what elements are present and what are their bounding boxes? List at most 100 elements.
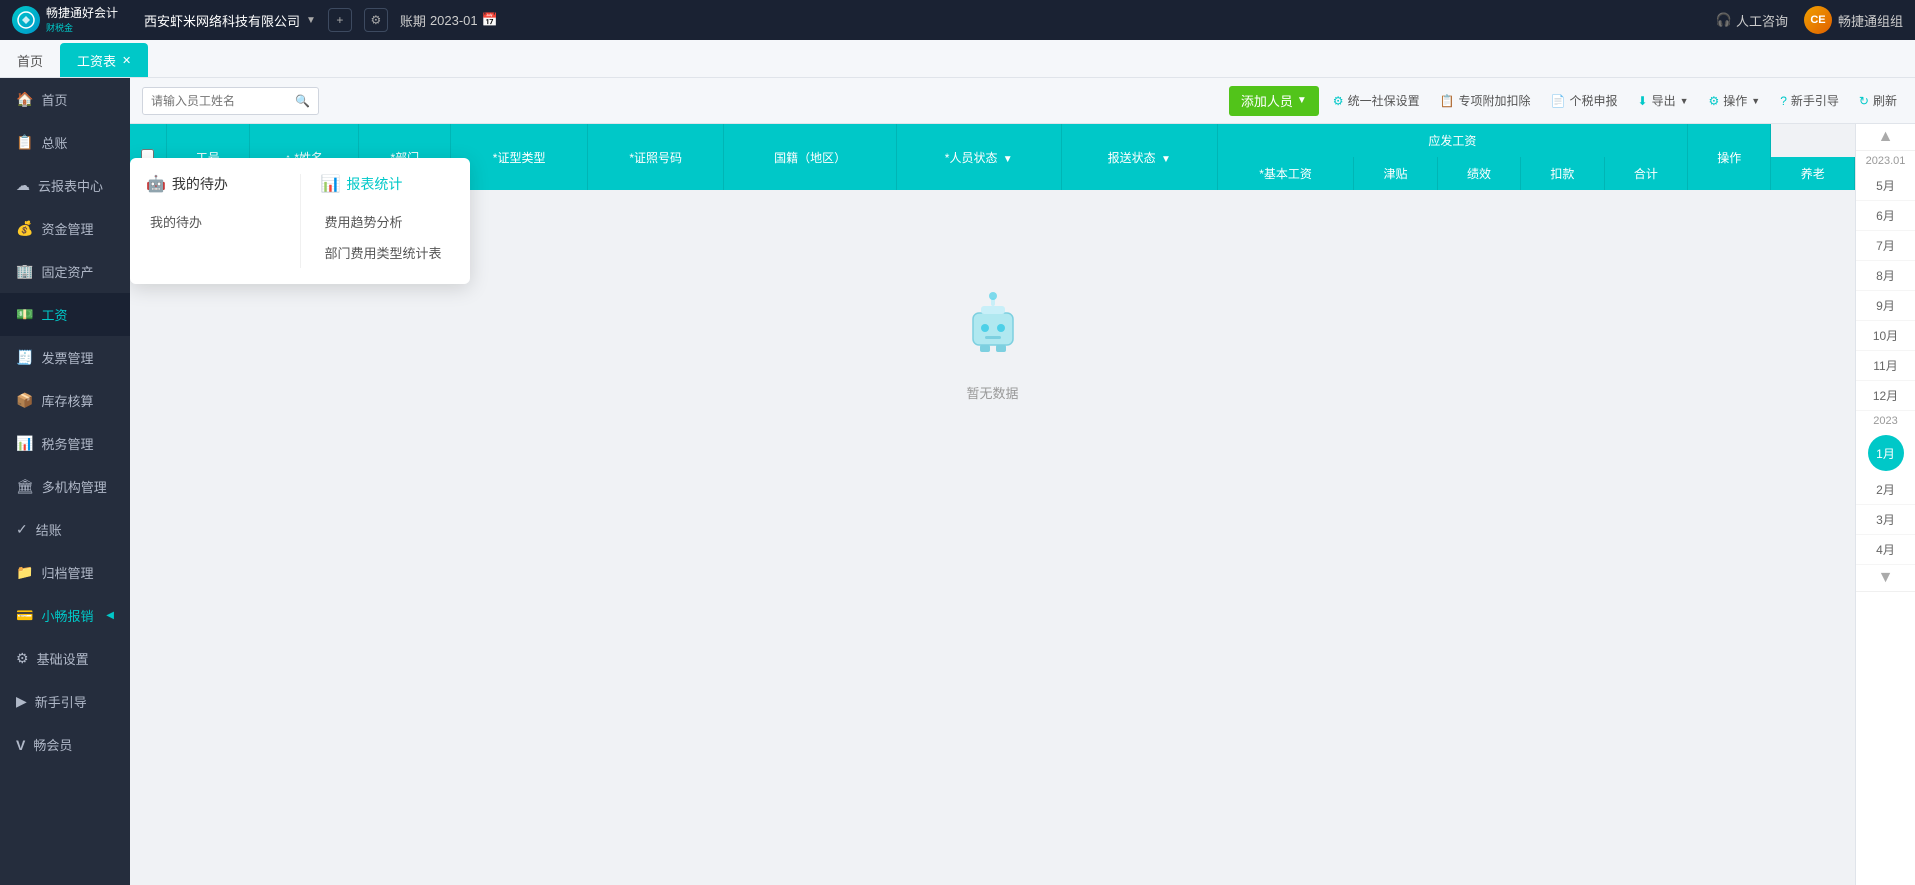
sidebar-item-tax[interactable]: 📊 税务管理 <box>0 422 130 465</box>
status-filter-icon[interactable]: ▼ <box>1003 154 1013 165</box>
sidebar-label-guide: 新手引导 <box>35 692 87 711</box>
company-selector[interactable]: 西安虾米网络科技有限公司 ▼ <box>144 11 316 30</box>
sidebar-item-home[interactable]: 🏠 首页 <box>0 78 130 121</box>
closing-icon: ✓ <box>16 521 28 538</box>
sidebar-item-multi-org[interactable]: 🏛 多机构管理 <box>0 465 130 508</box>
month-item-12[interactable]: 12月 <box>1856 381 1915 411</box>
month-item-5[interactable]: 5月 <box>1856 171 1915 201</box>
logo-icon <box>12 6 40 34</box>
th-pension: 养老 <box>1771 157 1855 190</box>
add-company-button[interactable]: + <box>328 8 352 32</box>
report-filter-icon[interactable]: ▼ <box>1161 154 1171 165</box>
popup-report-title: 报表统计 <box>346 174 402 194</box>
payroll-icon: 💵 <box>16 306 33 323</box>
sidebar-label-closing: 结账 <box>36 520 62 539</box>
operations-button[interactable]: ⚙ 操作 ▼ <box>1703 87 1767 115</box>
sidebar-item-inventory[interactable]: 📦 库存核算 <box>0 379 130 422</box>
tab-home[interactable]: 首页 <box>0 43 60 77</box>
month-item-10[interactable]: 10月 <box>1856 321 1915 351</box>
sidebar-item-payroll[interactable]: 💵 工资 <box>0 293 130 336</box>
content-wrapper: 🔍 添加人员 ▼ ⚙ 统一社保设置 📋 专项附加扣除 📄 个税申报 <box>130 78 1915 885</box>
month-year-2023: 2023 <box>1873 411 1897 431</box>
add-person-label: 添加人员 <box>1241 91 1293 110</box>
sidebar-label-inventory: 库存核算 <box>41 391 93 410</box>
popup-expense-trend[interactable]: 费用趋势分析 <box>321 206 455 237</box>
month-item-2[interactable]: 2月 <box>1856 475 1915 505</box>
th-operation: 操作 <box>1688 124 1771 190</box>
export-icon: ⬇ <box>1638 94 1648 108</box>
th-deduction: 扣款 <box>1521 157 1604 190</box>
sidebar-item-vip[interactable]: V 畅会员 <box>0 723 130 766</box>
month-item-6[interactable]: 6月 <box>1856 201 1915 231</box>
sidebar-item-closing[interactable]: ✓ 结账 <box>0 508 130 551</box>
sidebar-item-cloud-report[interactable]: ☁ 云报表中心 <box>0 164 130 207</box>
month-item-11[interactable]: 11月 <box>1856 351 1915 381</box>
calendar-icon[interactable]: 📅 <box>482 12 498 28</box>
export-button[interactable]: ⬇ 导出 ▼ <box>1632 87 1695 115</box>
guide-icon: ▶ <box>16 693 27 710</box>
popup-menu: 🤖 我的待办 我的待办 📊 报表统计 费用趋势分析 <box>130 158 470 284</box>
sidebar-item-archive[interactable]: 📁 归档管理 <box>0 551 130 594</box>
tab-payroll[interactable]: 工资表 ✕ <box>60 43 148 77</box>
th-allowance: 津贴 <box>1354 157 1437 190</box>
user-menu[interactable]: CE 畅捷通组组 <box>1804 6 1903 34</box>
service-label: 人工咨询 <box>1736 11 1788 30</box>
popup-todo-item[interactable]: 我的待办 <box>146 206 280 237</box>
sidebar-item-fund[interactable]: 💰 资金管理 <box>0 207 130 250</box>
month-item-1[interactable]: 1月 <box>1868 435 1904 471</box>
month-item-4[interactable]: 4月 <box>1856 535 1915 565</box>
social-security-button[interactable]: ⚙ 统一社保设置 <box>1327 87 1426 115</box>
search-input[interactable] <box>151 94 291 108</box>
th-total: 合计 <box>1604 157 1687 190</box>
month-item-8[interactable]: 8月 <box>1856 261 1915 291</box>
settings-button[interactable]: ⚙ <box>364 8 388 32</box>
month-nav-down[interactable]: ▼ <box>1856 565 1915 592</box>
popup-col-report: 📊 报表统计 费用趋势分析 部门费用类型统计表 <box>321 174 455 268</box>
tax-report-button[interactable]: 📄 个税申报 <box>1545 87 1624 115</box>
todo-header-icon: 🤖 <box>146 174 166 194</box>
sidebar-label-ledger: 总账 <box>41 133 67 152</box>
month-item-3[interactable]: 3月 <box>1856 505 1915 535</box>
tab-close-icon[interactable]: ✕ <box>122 54 131 67</box>
assets-icon: 🏢 <box>16 263 33 280</box>
app-subtitle: 财税金 <box>46 21 118 34</box>
add-person-button[interactable]: 添加人员 ▼ <box>1229 86 1319 116</box>
popup-columns: 🤖 我的待办 我的待办 📊 报表统计 费用趋势分析 <box>146 174 454 268</box>
headphone-icon: 🎧 <box>1716 12 1732 28</box>
sidebar-item-ledger[interactable]: 📋 总账 <box>0 121 130 164</box>
refresh-button[interactable]: ↻ 刷新 <box>1853 87 1903 115</box>
search-box: 🔍 <box>142 87 319 115</box>
ledger-icon: 📋 <box>16 134 33 151</box>
sidebar-item-invoice[interactable]: 🧾 发票管理 <box>0 336 130 379</box>
sidebar-label-settings: 基础设置 <box>37 649 89 668</box>
sidebar-label-fund: 资金管理 <box>41 219 93 238</box>
search-icon: 🔍 <box>295 94 310 108</box>
period-label: 账期 <box>400 11 426 30</box>
home-icon: 🏠 <box>16 91 33 108</box>
customer-service-button[interactable]: 🎧 人工咨询 <box>1716 11 1788 30</box>
month-year-label: 2023.01 <box>1866 151 1906 171</box>
logo-text-block: 畅捷通好会计 财税金 <box>46 6 118 33</box>
sidebar-label-expense: 小畅报销 <box>41 606 93 625</box>
top-right-actions: 🎧 人工咨询 CE 畅捷通组组 <box>1716 6 1903 34</box>
month-item-7[interactable]: 7月 <box>1856 231 1915 261</box>
refresh-label: 刷新 <box>1873 92 1897 109</box>
expense-icon: 💳 <box>16 607 33 624</box>
guide-toolbar-label: 新手引导 <box>1791 92 1839 109</box>
special-deduction-button[interactable]: 📋 专项附加扣除 <box>1434 87 1537 115</box>
guide-button[interactable]: ? 新手引导 <box>1774 87 1845 115</box>
popup-report-header: 📊 报表统计 <box>321 174 455 194</box>
sidebar-item-settings[interactable]: ⚙ 基础设置 <box>0 637 130 680</box>
month-item-9[interactable]: 9月 <box>1856 291 1915 321</box>
tax-icon: 📊 <box>16 435 33 452</box>
tab-bar: 首页 工资表 ✕ <box>0 40 1915 78</box>
sidebar-label-payroll: 工资 <box>41 305 67 324</box>
month-nav-up[interactable]: ▲ <box>1856 124 1915 151</box>
sidebar-item-assets[interactable]: 🏢 固定资产 <box>0 250 130 293</box>
sidebar-item-expense[interactable]: 💳 小畅报销 ◀ <box>0 594 130 637</box>
th-id-type: *证型类型 <box>451 124 588 190</box>
popup-dept-expense[interactable]: 部门费用类型统计表 <box>321 237 455 268</box>
tax-report-label: 个税申报 <box>1570 92 1618 109</box>
company-chevron-icon: ▼ <box>306 15 316 26</box>
sidebar-item-guide[interactable]: ▶ 新手引导 <box>0 680 130 723</box>
